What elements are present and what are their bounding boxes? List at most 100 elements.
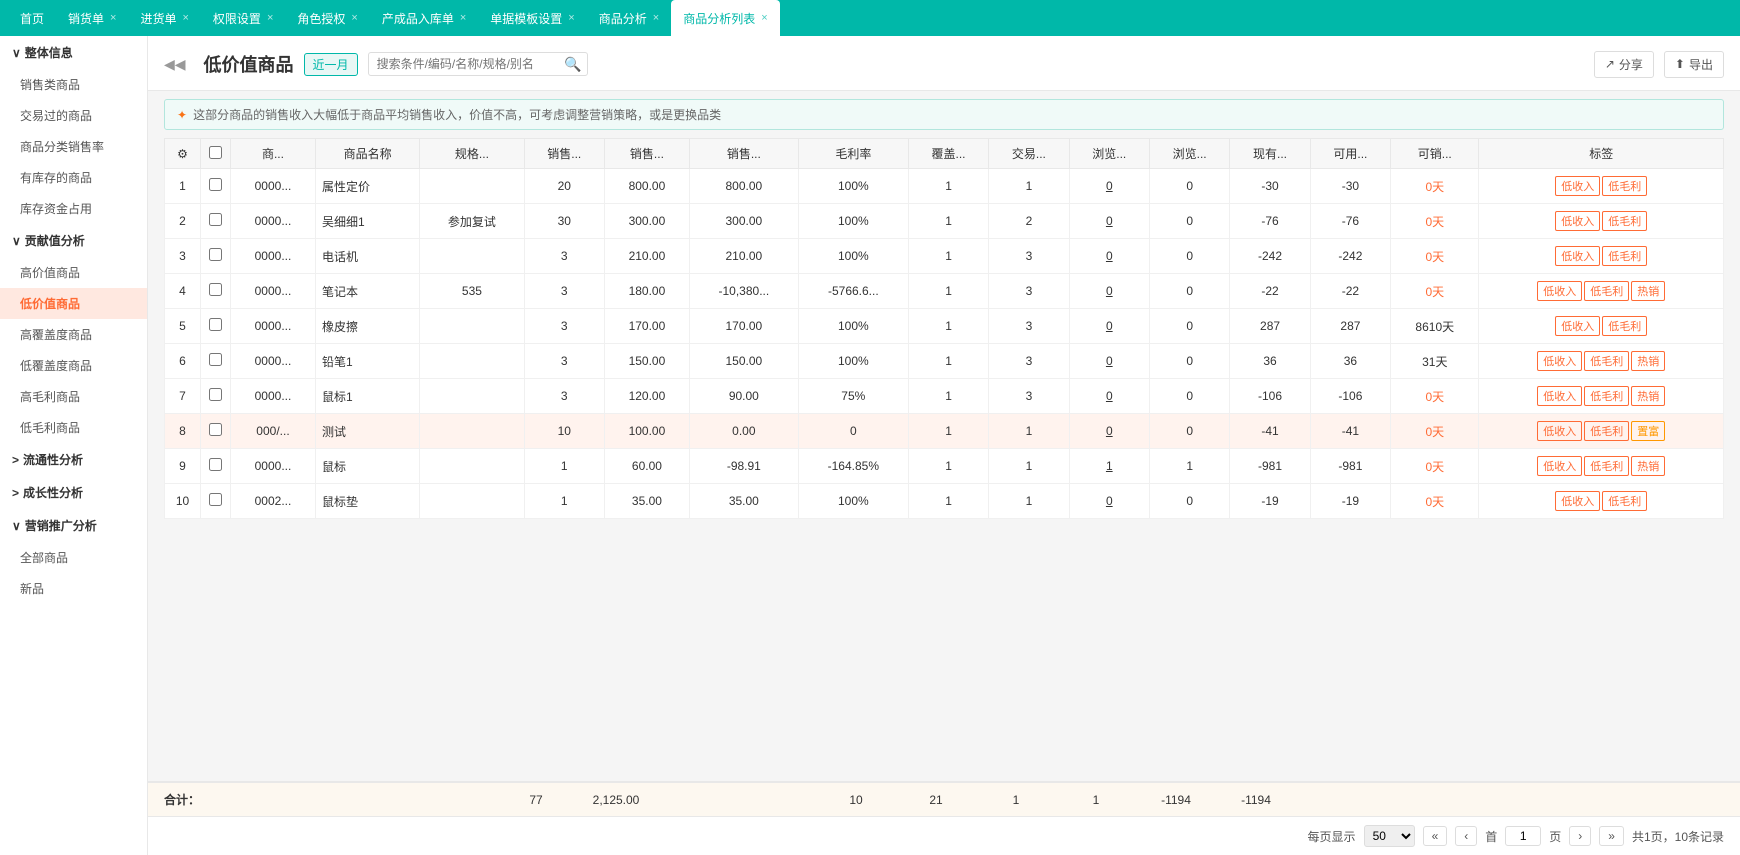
row-checkbox[interactable] (209, 178, 222, 191)
cell-coverage: 1 (908, 449, 988, 484)
nav-home[interactable]: 首页 (8, 0, 56, 36)
sidebar-item-high-value[interactable]: 高价值商品 (0, 257, 147, 288)
cell-checkbox[interactable] (201, 274, 231, 309)
th-browse2[interactable]: 浏览... (1149, 139, 1229, 169)
cell-checkbox[interactable] (201, 414, 231, 449)
cell-checkbox[interactable] (201, 379, 231, 414)
close-icon[interactable]: × (182, 12, 188, 24)
close-icon[interactable]: × (110, 12, 116, 24)
browse-link[interactable]: 0 (1106, 319, 1113, 333)
th-tags[interactable]: 标签 (1479, 139, 1724, 169)
sidebar-item-low-coverage[interactable]: 低覆盖度商品 (0, 350, 147, 381)
sidebar-item-all-products[interactable]: 全部商品 (0, 542, 147, 573)
sidebar-item-low-profit[interactable]: 低毛利商品 (0, 412, 147, 443)
sidebar-item-traded-products[interactable]: 交易过的商品 (0, 100, 147, 131)
th-gross-margin[interactable]: 毛利率 (798, 139, 908, 169)
export-button[interactable]: ⬆ 导出 (1664, 51, 1724, 78)
sidebar-item-stock-capital[interactable]: 库存资金占用 (0, 193, 147, 224)
first-page-btn[interactable]: « (1423, 826, 1448, 846)
nav-sales-order[interactable]: 销货单 × (56, 0, 128, 36)
page-number-input[interactable] (1505, 826, 1541, 846)
browse-link[interactable]: 0 (1106, 214, 1113, 228)
nav-permission[interactable]: 权限设置 × (201, 0, 285, 36)
close-icon[interactable]: × (351, 12, 357, 24)
cell-checkbox[interactable] (201, 169, 231, 204)
close-icon[interactable]: × (761, 12, 767, 24)
prev-page-btn[interactable]: ‹ (1455, 826, 1477, 846)
nav-role-auth[interactable]: 角色授权 × (285, 0, 369, 36)
row-checkbox[interactable] (209, 213, 222, 226)
cell-checkbox[interactable] (201, 239, 231, 274)
sidebar-collapse-btn[interactable]: ◀◀ (164, 46, 194, 82)
browse-link[interactable]: 0 (1106, 284, 1113, 298)
cell-checkbox[interactable] (201, 204, 231, 239)
browse-link[interactable]: 0 (1106, 179, 1113, 193)
row-checkbox[interactable] (209, 318, 222, 331)
row-checkbox[interactable] (209, 353, 222, 366)
row-checkbox[interactable] (209, 283, 222, 296)
nav-product-analysis[interactable]: 商品分析 × (587, 0, 671, 36)
th-browse1[interactable]: 浏览... (1069, 139, 1149, 169)
nav-product-analysis-list[interactable]: 商品分析列表 × (671, 0, 779, 36)
th-sale-amount[interactable]: 销售... (689, 139, 798, 169)
page-size-select[interactable]: 50 100 200 (1364, 825, 1415, 847)
cell-no: 5 (165, 309, 201, 344)
tag-badge: 热销 (1631, 281, 1665, 301)
browse-link[interactable]: 0 (1106, 354, 1113, 368)
close-icon[interactable]: × (267, 12, 273, 24)
th-current[interactable]: 现有... (1230, 139, 1310, 169)
content-area: ◀◀ 低价值商品 近一月 🔍 ↗ 分享 ⬆ 导出 ✦ (148, 36, 1740, 855)
th-name[interactable]: 商品名称 (315, 139, 419, 169)
browse-link[interactable]: 0 (1106, 389, 1113, 403)
sidebar-group-contribution[interactable]: ∨ 贡献值分析 (0, 224, 147, 257)
th-code[interactable]: 商... (231, 139, 316, 169)
sidebar-item-stock-products[interactable]: 有库存的商品 (0, 162, 147, 193)
browse-link[interactable]: 0 (1106, 494, 1113, 508)
nav-template-settings[interactable]: 单据模板设置 × (478, 0, 586, 36)
th-sale-price[interactable]: 销售... (604, 139, 689, 169)
sidebar-item-new-products[interactable]: 新品 (0, 573, 147, 604)
th-trade[interactable]: 交易... (989, 139, 1069, 169)
search-input[interactable] (368, 52, 588, 76)
close-icon[interactable]: × (568, 12, 574, 24)
cell-checkbox[interactable] (201, 309, 231, 344)
sidebar-item-sales-products[interactable]: 销售类商品 (0, 69, 147, 100)
browse-link[interactable]: 0 (1106, 249, 1113, 263)
sidebar-group-liquidity[interactable]: > 流通性分析 (0, 443, 147, 476)
sidebar-group-growth[interactable]: > 成长性分析 (0, 476, 147, 509)
sidebar-item-low-value[interactable]: 低价值商品 (0, 288, 147, 319)
sidebar-item-category-sales-rate[interactable]: 商品分类销售率 (0, 131, 147, 162)
browse-link[interactable]: 1 (1106, 459, 1113, 473)
th-checkbox[interactable] (201, 139, 231, 169)
th-available[interactable]: 可用... (1310, 139, 1390, 169)
last-page-btn[interactable]: » (1599, 826, 1624, 846)
row-checkbox[interactable] (209, 493, 222, 506)
close-icon[interactable]: × (653, 12, 659, 24)
th-settings[interactable]: ⚙ (165, 139, 201, 169)
sidebar-group-overall[interactable]: ∨ 整体信息 (0, 36, 147, 69)
browse-link[interactable]: 0 (1106, 424, 1113, 438)
table-area[interactable]: ⚙ 商... 商品名称 规格... 销售... 销售... 销售... 毛利率 … (148, 138, 1740, 781)
th-sale-qty[interactable]: 销售... (524, 139, 604, 169)
share-button[interactable]: ↗ 分享 (1594, 51, 1654, 78)
sidebar-item-high-profit[interactable]: 高毛利商品 (0, 381, 147, 412)
next-page-btn[interactable]: › (1569, 826, 1591, 846)
date-filter-btn[interactable]: 近一月 (304, 53, 358, 76)
close-icon[interactable]: × (460, 12, 466, 24)
th-coverage[interactable]: 覆盖... (908, 139, 988, 169)
cell-browse2: 0 (1149, 344, 1229, 379)
row-checkbox[interactable] (209, 423, 222, 436)
select-all-checkbox[interactable] (209, 146, 222, 159)
nav-purchase-order[interactable]: 进货单 × (128, 0, 200, 36)
cell-checkbox[interactable] (201, 344, 231, 379)
row-checkbox[interactable] (209, 458, 222, 471)
th-spec[interactable]: 规格... (420, 139, 524, 169)
row-checkbox[interactable] (209, 248, 222, 261)
cell-checkbox[interactable] (201, 449, 231, 484)
sidebar-group-marketing[interactable]: ∨ 营销推广分析 (0, 509, 147, 542)
th-salable[interactable]: 可销... (1391, 139, 1479, 169)
sidebar-item-high-coverage[interactable]: 高覆盖度商品 (0, 319, 147, 350)
row-checkbox[interactable] (209, 388, 222, 401)
cell-checkbox[interactable] (201, 484, 231, 519)
nav-product-stock[interactable]: 产成品入库单 × (370, 0, 478, 36)
